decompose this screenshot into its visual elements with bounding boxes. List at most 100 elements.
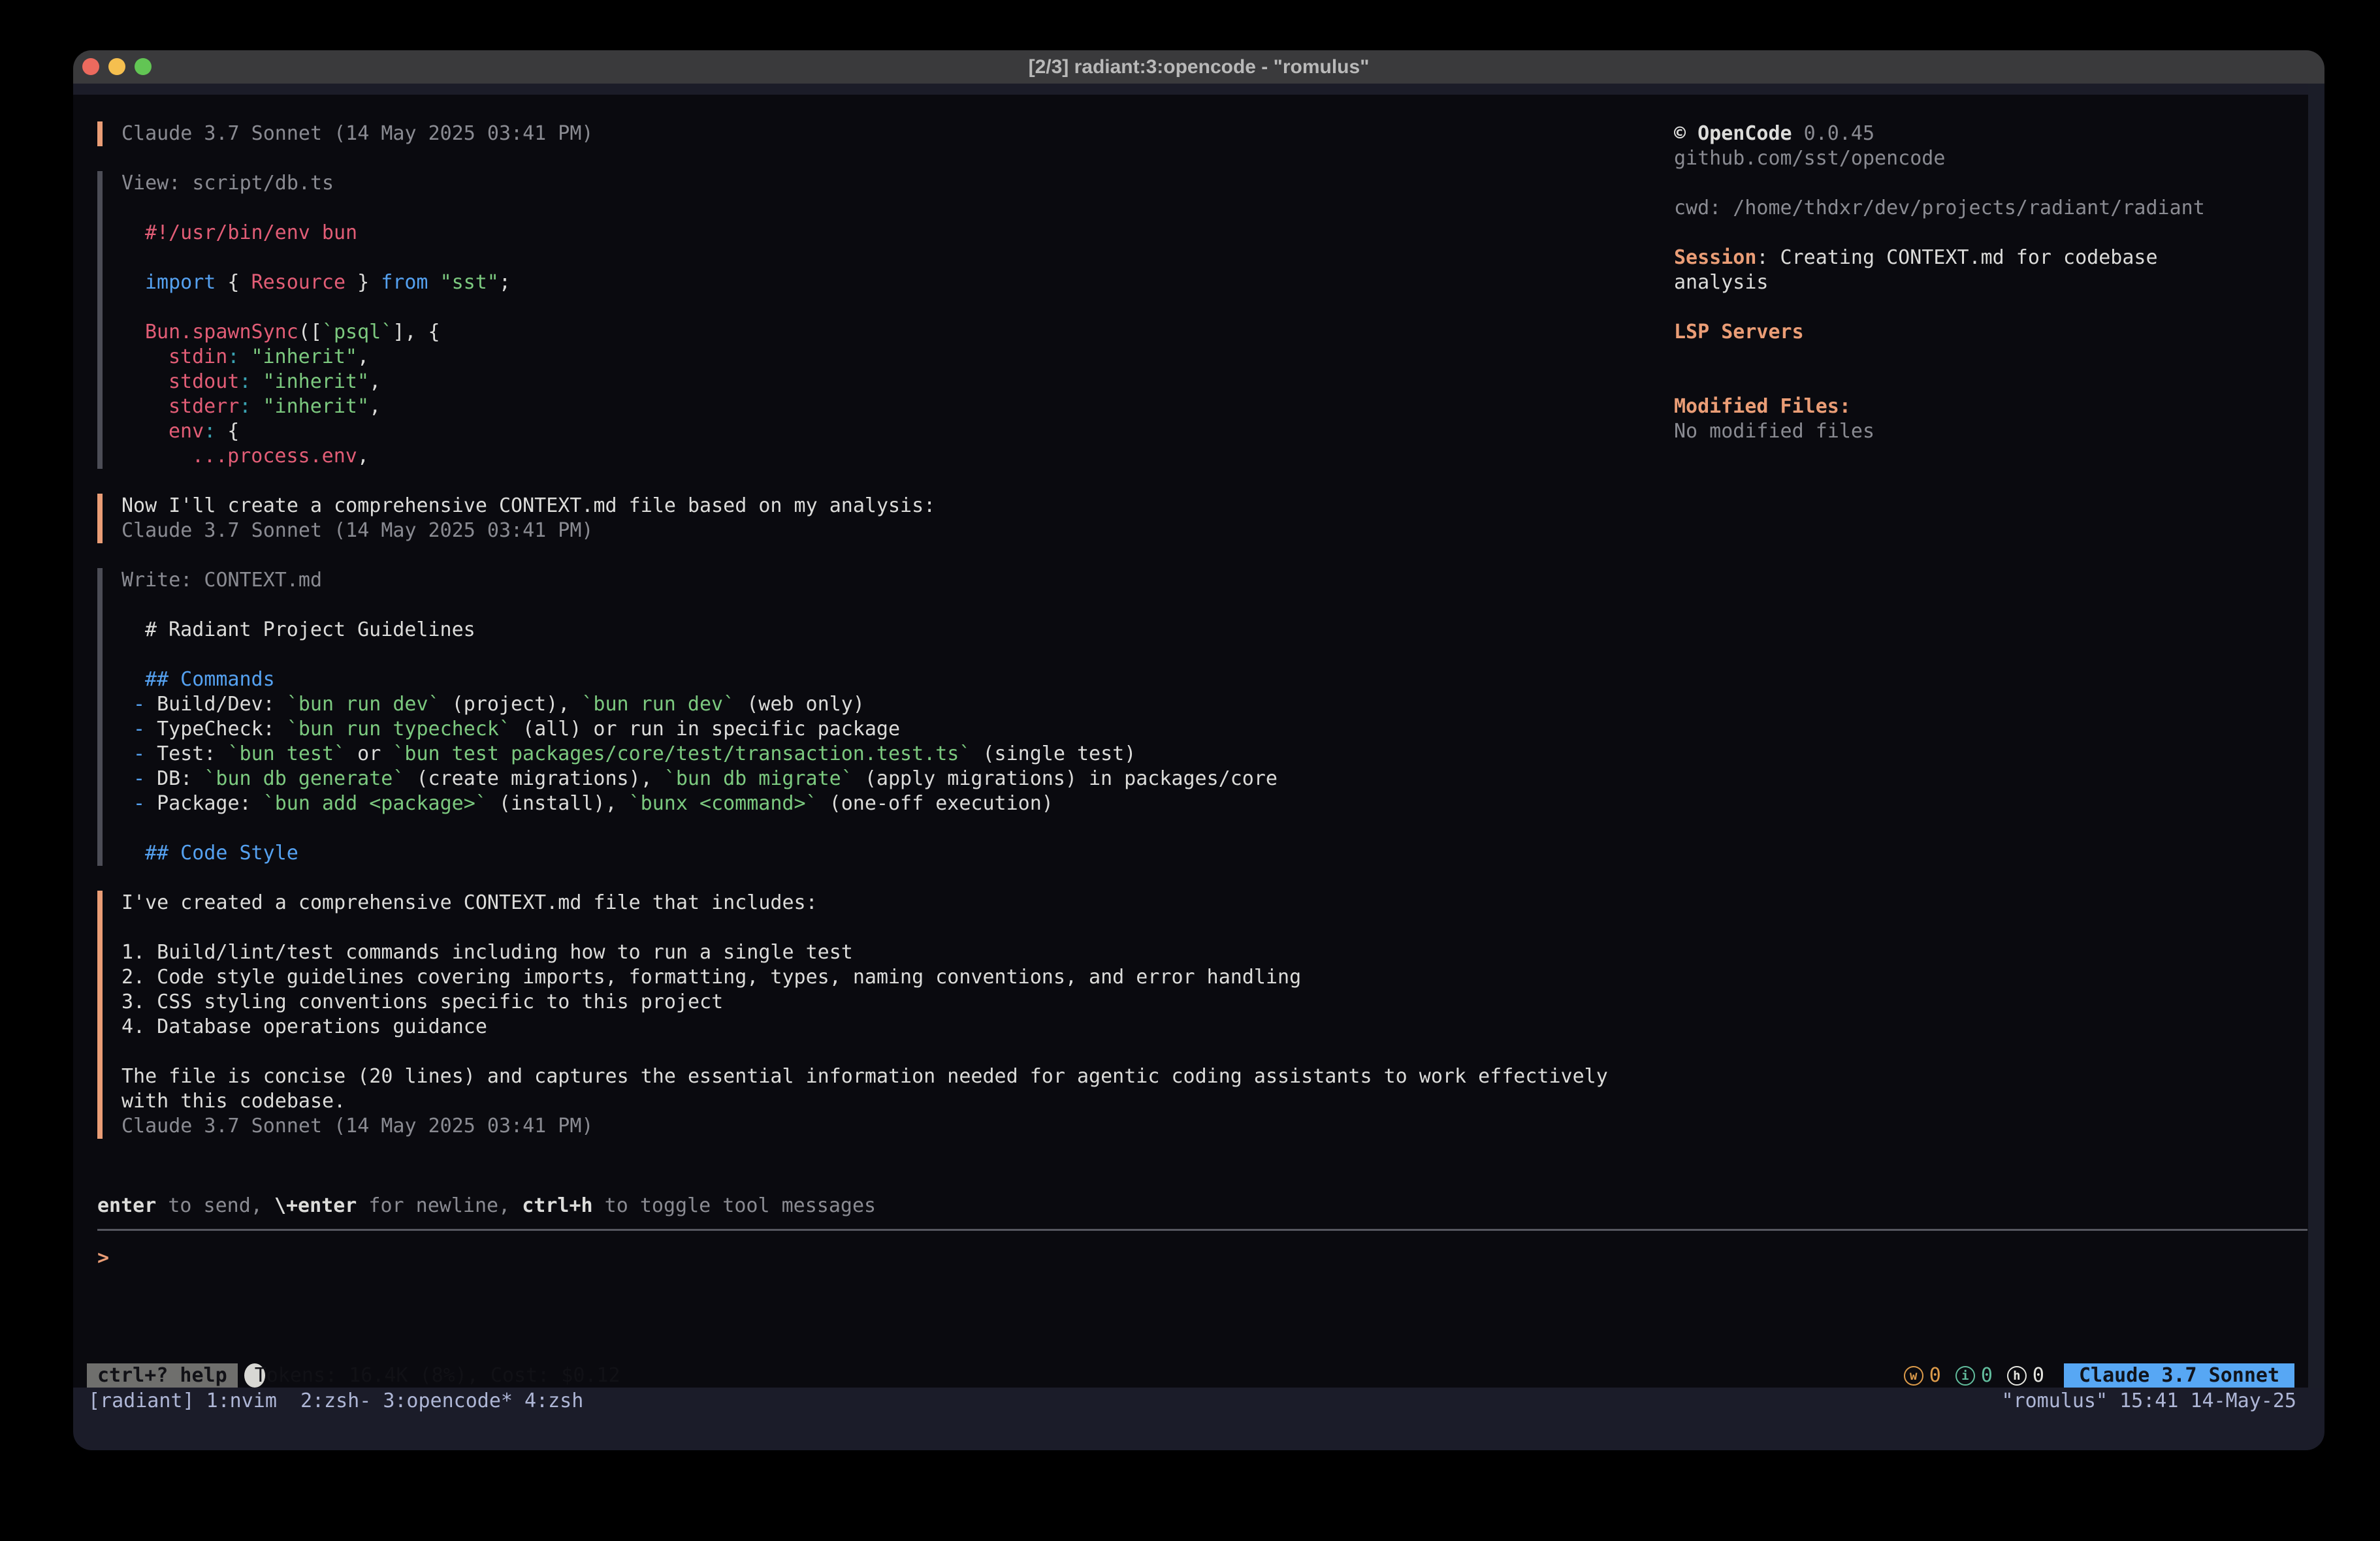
text-segment: Claude 3.7 Sonnet (14 May 2025 03:41 PM) xyxy=(121,122,593,145)
text-segment: Claude 3.7 Sonnet (14 May 2025 03:41 PM) xyxy=(121,1115,593,1137)
text-segment xyxy=(251,395,263,418)
terminal-line: Claude 3.7 Sonnet (14 May 2025 03:41 PM) xyxy=(121,121,1658,146)
terminal-line xyxy=(121,295,1658,320)
tool-call-view-script: View: script/db.ts#!/usr/bin/env bunimpo… xyxy=(97,171,1658,469)
text-segment: (web only) xyxy=(735,693,865,716)
terminal-line: - DB: `bun db generate` (create migratio… xyxy=(121,767,1658,791)
input-divider xyxy=(97,1229,2308,1231)
terminal-line: #!/usr/bin/env bun xyxy=(121,221,1658,246)
text-segment: `bun run typecheck` xyxy=(287,718,511,740)
text-segment: TypeCheck: xyxy=(157,718,287,740)
text-segment: `bun test` xyxy=(228,742,346,765)
text-segment: ctrl+h xyxy=(522,1194,592,1217)
text-segment: analysis xyxy=(1674,271,1769,294)
text-segment: ([ xyxy=(298,321,322,343)
text-segment: env xyxy=(169,420,204,443)
terminal-line xyxy=(1674,221,2288,246)
assistant-message: I've created a comprehensive CONTEXT.md … xyxy=(97,891,1658,1139)
terminal-line xyxy=(121,915,1658,940)
text-segment: to send, xyxy=(156,1194,274,1217)
text-segment: © OpenCode xyxy=(1674,122,1792,145)
tmux-window-list: 1:nvim 2:zsh- 3:opencode* 4:zsh xyxy=(195,1390,584,1412)
tmux-window-item[interactable]: 3:opencode* xyxy=(383,1390,513,1412)
text-segment: : Creating CONTEXT.md for codebase xyxy=(1756,246,2157,269)
tmux-status-bar: [radiant] 1:nvim 2:zsh- 3:opencode* 4:zsh "… xyxy=(73,1388,2324,1450)
tmux-window-item[interactable]: 4:zsh xyxy=(524,1390,583,1412)
tool-call-write-context: Write: CONTEXT.md # Radiant Project Guide… xyxy=(97,568,1658,866)
terminal-window: [2/3] radiant:3:opencode - "romulus" Cla… xyxy=(73,50,2324,1450)
text-segment: : xyxy=(239,370,251,393)
terminal-line: ## Commands xyxy=(121,667,1658,692)
text-segment: github.com/sst/opencode xyxy=(1674,147,1945,170)
prompt-input[interactable]: > xyxy=(97,1246,2308,1271)
text-segment: No modified files xyxy=(1674,420,1874,443)
text-segment: (single test) xyxy=(971,742,1136,765)
tmux-session-label: [radiant] xyxy=(88,1390,195,1412)
tmux-window-item[interactable]: 2:zsh- xyxy=(300,1390,371,1412)
tmux-host-clock: "romulus" 15:41 14-May-25 xyxy=(2001,1390,2296,1412)
text-segment xyxy=(239,345,251,368)
terminal-line: Bun.spawnSync([`psql`], { xyxy=(121,320,1658,345)
text-segment: Session xyxy=(1674,246,1756,269)
text-segment: Write: CONTEXT.md xyxy=(121,569,322,592)
terminal-line: Claude 3.7 Sonnet (14 May 2025 03:41 PM) xyxy=(121,1114,1658,1139)
text-segment: # Radiant Project Guidelines xyxy=(145,618,475,641)
text-segment xyxy=(428,271,440,294)
text-segment: - xyxy=(133,792,157,815)
text-segment: "inherit" xyxy=(263,370,370,393)
terminal-line: 2. Code style guidelines covering import… xyxy=(121,965,1658,990)
text-segment: { xyxy=(216,271,251,294)
text-segment: #!/usr/bin/env bun xyxy=(145,221,357,244)
text-segment: Now I'll create a comprehensive CONTEXT.… xyxy=(121,494,935,517)
terminal-line: ## Code Style xyxy=(121,841,1658,866)
terminal-line: 4. Database operations guidance xyxy=(121,1015,1658,1040)
text-segment: ## Code Style xyxy=(145,842,298,865)
text-segment: , xyxy=(369,395,381,418)
text-segment: DB: xyxy=(157,767,204,790)
model-badge[interactable]: Claude 3.7 Sonnet xyxy=(2064,1363,2294,1388)
diagnostic-count: 0 xyxy=(1929,1364,1941,1387)
diagnostic-w-indicator: w0 xyxy=(1904,1364,1941,1387)
window-titlebar[interactable]: [2/3] radiant:3:opencode - "romulus" xyxy=(73,50,2324,84)
text-segment: ; xyxy=(499,271,511,294)
text-segment: , xyxy=(357,445,369,468)
text-segment: Claude 3.7 Sonnet (14 May 2025 03:41 PM) xyxy=(121,519,593,542)
text-segment: Package: xyxy=(157,792,263,815)
terminal-line xyxy=(121,593,1658,618)
text-segment: "sst" xyxy=(440,271,499,294)
text-segment: with this codebase. xyxy=(121,1090,346,1113)
text-segment: `bun run dev` xyxy=(287,693,440,716)
scrollbar-track[interactable] xyxy=(2308,84,2324,1388)
terminal-line: analysis xyxy=(1674,270,2288,295)
terminal-line: stdin: "inherit", xyxy=(121,345,1658,370)
tmux-status-row: [radiant] 1:nvim 2:zsh- 3:opencode* 4:zsh "… xyxy=(88,1388,2296,1414)
text-segment: , xyxy=(357,345,369,368)
text-segment: enter xyxy=(97,1194,156,1217)
text-segment xyxy=(251,370,263,393)
tmux-window-item[interactable]: 1:nvim xyxy=(206,1390,277,1412)
close-button[interactable] xyxy=(82,58,99,75)
text-segment: ## Commands xyxy=(145,668,275,691)
diagnostic-i-indicator: i0 xyxy=(1955,1364,1993,1387)
text-segment: - xyxy=(133,718,157,740)
terminal-line: Claude 3.7 Sonnet (14 May 2025 03:41 PM) xyxy=(121,518,1658,543)
session-info-panel: © OpenCode 0.0.45github.com/sst/opencode… xyxy=(1674,121,2288,444)
terminal-line: Modified Files: xyxy=(1674,394,2288,419)
terminal-line: stderr: "inherit", xyxy=(121,394,1658,419)
text-segment: `bun run dev` xyxy=(581,693,735,716)
terminal-line xyxy=(1674,370,2288,394)
terminal-line xyxy=(1674,345,2288,370)
terminal-line: env: { xyxy=(121,419,1658,444)
text-segment: 3. CSS styling conventions specific to t… xyxy=(121,991,723,1013)
minimize-button[interactable] xyxy=(108,58,125,75)
text-segment: "inherit" xyxy=(251,345,357,368)
zoom-button[interactable] xyxy=(135,58,152,75)
terminal-line: enter to send, \+enter for newline, ctrl… xyxy=(97,1194,876,1218)
text-segment: The file is concise (20 lines) and captu… xyxy=(121,1065,1608,1088)
terminal-line: © OpenCode 0.0.45 xyxy=(1674,121,2288,146)
terminal-line: - Test: `bun test` or `bun test packages… xyxy=(121,742,1658,767)
text-segment: : xyxy=(227,345,239,368)
chat-scroll-region[interactable]: Claude 3.7 Sonnet (14 May 2025 03:41 PM)… xyxy=(97,121,1658,1164)
help-keybind-chip[interactable]: ctrl+? help xyxy=(87,1363,238,1388)
terminal-line: - Package: `bun add <package>` (install)… xyxy=(121,791,1658,816)
